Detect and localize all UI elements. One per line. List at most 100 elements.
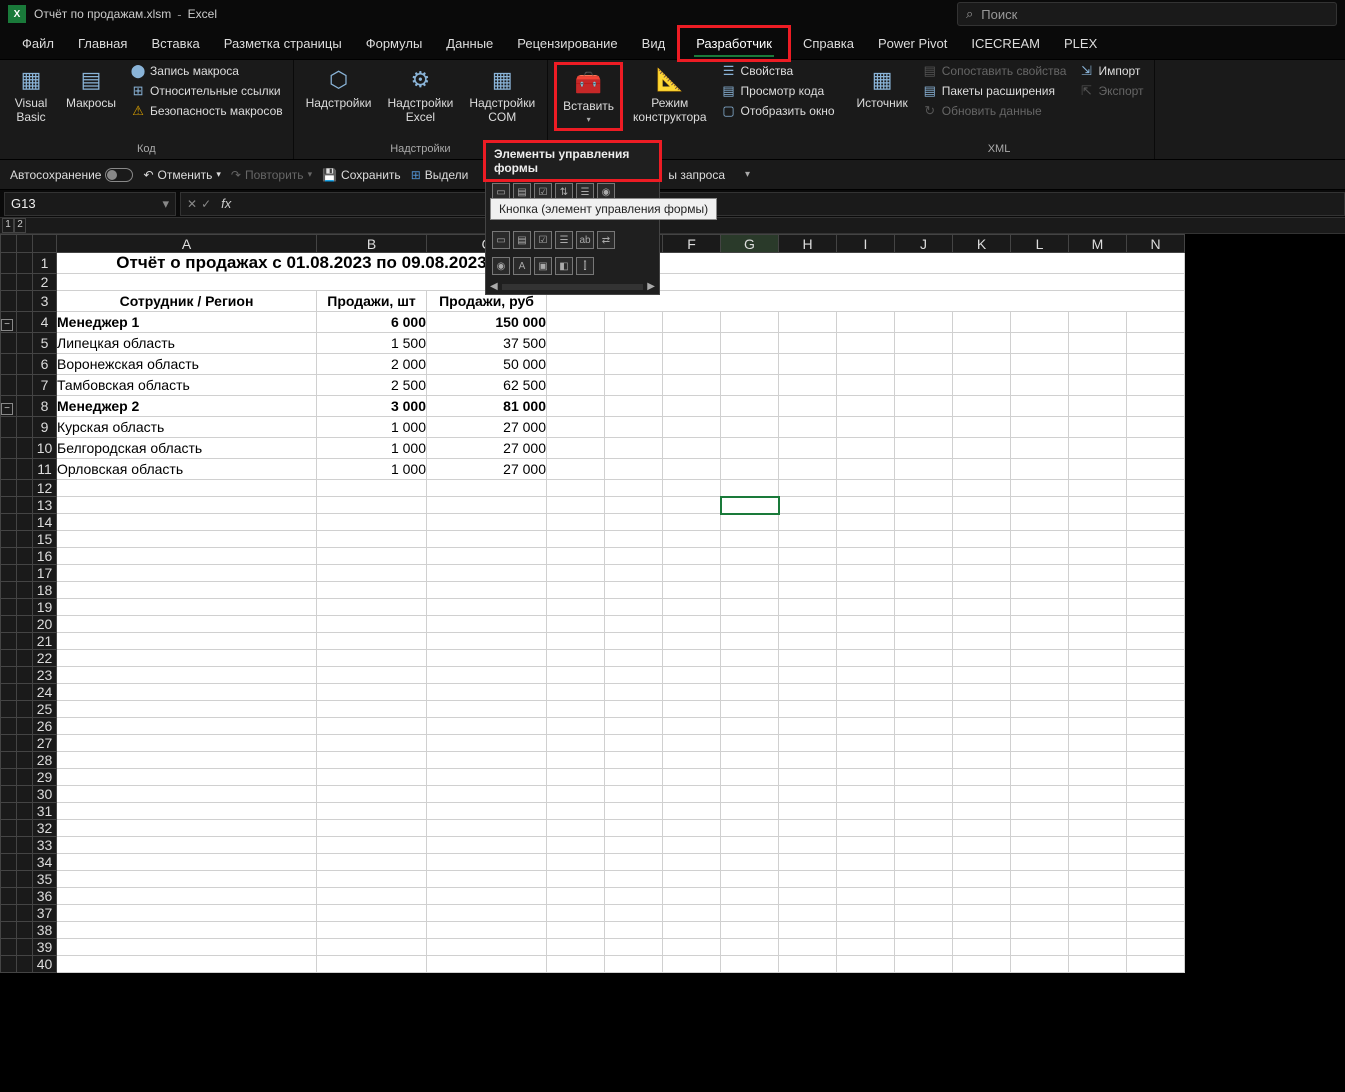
- tab-file[interactable]: Файл: [10, 30, 66, 57]
- col-header-m[interactable]: M: [1069, 235, 1127, 253]
- outline-level-2[interactable]: 2: [14, 218, 26, 233]
- dropdown-scrollbar[interactable]: ◀ ▶: [486, 279, 659, 294]
- tab-developer[interactable]: Разработчик: [684, 30, 784, 57]
- table-cell[interactable]: 1 500: [317, 333, 427, 354]
- table-cell[interactable]: 27 000: [427, 438, 547, 459]
- ax-text-icon[interactable]: ab: [576, 231, 594, 249]
- row-header-36[interactable]: 36: [33, 888, 57, 905]
- col-header-k[interactable]: K: [953, 235, 1011, 253]
- table-cell[interactable]: 1 000: [317, 459, 427, 480]
- row-header-31[interactable]: 31: [33, 803, 57, 820]
- select-all-corner[interactable]: [33, 235, 57, 253]
- table-cell[interactable]: Липецкая область: [57, 333, 317, 354]
- name-box[interactable]: G13 ▾: [4, 192, 176, 216]
- design-mode-button[interactable]: 📐Режим конструктора: [627, 62, 713, 128]
- row-header-3[interactable]: 3: [33, 291, 57, 312]
- outline-collapse-button[interactable]: −: [1, 319, 13, 331]
- row-header-15[interactable]: 15: [33, 531, 57, 548]
- excel-addins-button[interactable]: ⚙Надстройки Excel: [381, 62, 459, 128]
- select-button[interactable]: ⊞Выдели: [411, 168, 469, 182]
- table-cell[interactable]: 2 500: [317, 375, 427, 396]
- header-employee[interactable]: Сотрудник / Регион: [57, 291, 317, 312]
- table-cell[interactable]: 37 500: [427, 333, 547, 354]
- export-button[interactable]: ⇱Экспорт: [1074, 82, 1147, 100]
- row-header-2[interactable]: 2: [33, 274, 57, 291]
- col-header-b[interactable]: B: [317, 235, 427, 253]
- outline-level-1[interactable]: 1: [2, 218, 14, 233]
- tab-data[interactable]: Данные: [434, 30, 505, 57]
- search-box[interactable]: ⌕ Поиск: [957, 2, 1337, 26]
- row-header-14[interactable]: 14: [33, 514, 57, 531]
- spreadsheet-table[interactable]: A B C D E F G H I J K L M N 1 Отчёт о пр…: [0, 234, 1185, 973]
- row-header-4[interactable]: 4: [33, 312, 57, 333]
- col-header-f[interactable]: F: [663, 235, 721, 253]
- row-header-10[interactable]: 10: [33, 438, 57, 459]
- row-header-32[interactable]: 32: [33, 820, 57, 837]
- table-cell[interactable]: Воронежская область: [57, 354, 317, 375]
- ax-list-icon[interactable]: ☰: [555, 231, 573, 249]
- row-header-1[interactable]: 1: [33, 253, 57, 274]
- row-header-6[interactable]: 6: [33, 354, 57, 375]
- header-sales-qty[interactable]: Продажи, шт: [317, 291, 427, 312]
- properties-button[interactable]: ☰Свойства: [717, 62, 839, 80]
- row-header-25[interactable]: 25: [33, 701, 57, 718]
- table-cell[interactable]: Менеджер 2: [57, 396, 317, 417]
- col-header-n[interactable]: N: [1127, 235, 1185, 253]
- row-header-5[interactable]: 5: [33, 333, 57, 354]
- table-cell[interactable]: Курская область: [57, 417, 317, 438]
- insert-control-button[interactable]: 🧰 Вставить ▾: [557, 65, 620, 128]
- row-header-39[interactable]: 39: [33, 939, 57, 956]
- col-header-l[interactable]: L: [1011, 235, 1069, 253]
- row-header-33[interactable]: 33: [33, 837, 57, 854]
- table-cell[interactable]: 3 000: [317, 396, 427, 417]
- row-header-17[interactable]: 17: [33, 565, 57, 582]
- refresh-data-button[interactable]: ↻Обновить данные: [918, 102, 1071, 120]
- table-cell[interactable]: Белгородская область: [57, 438, 317, 459]
- show-window-button[interactable]: ▢Отобразить окно: [717, 102, 839, 120]
- table-cell[interactable]: Тамбовская область: [57, 375, 317, 396]
- col-header-a[interactable]: A: [57, 235, 317, 253]
- ax-image-icon[interactable]: ▣: [534, 257, 552, 275]
- ax-button-icon[interactable]: ▭: [492, 231, 510, 249]
- ax-combo-icon[interactable]: ▤: [513, 231, 531, 249]
- col-header-j[interactable]: J: [895, 235, 953, 253]
- com-addins-button[interactable]: ▦Надстройки COM: [463, 62, 541, 128]
- row-header-7[interactable]: 7: [33, 375, 57, 396]
- save-button[interactable]: 💾Сохранить: [322, 168, 401, 182]
- row-header-38[interactable]: 38: [33, 922, 57, 939]
- tab-view[interactable]: Вид: [630, 30, 678, 57]
- row-header-21[interactable]: 21: [33, 633, 57, 650]
- table-cell[interactable]: 150 000: [427, 312, 547, 333]
- active-cell-g13[interactable]: [721, 497, 779, 514]
- source-button[interactable]: ▦Источник: [851, 62, 914, 114]
- tab-review[interactable]: Рецензирование: [505, 30, 629, 57]
- ax-checkbox-icon[interactable]: ☑: [534, 231, 552, 249]
- row-header-11[interactable]: 11: [33, 459, 57, 480]
- visual-basic-button[interactable]: ▦ Visual Basic: [6, 62, 56, 128]
- row-header-13[interactable]: 13: [33, 497, 57, 514]
- macro-security-button[interactable]: ⚠Безопасность макросов: [126, 102, 287, 120]
- ax-toggle-icon[interactable]: ◧: [555, 257, 573, 275]
- tab-home[interactable]: Главная: [66, 30, 139, 57]
- row-header-40[interactable]: 40: [33, 956, 57, 973]
- formula-bar[interactable]: ✕ ✓ fx: [180, 192, 1345, 216]
- tab-powerpivot[interactable]: Power Pivot: [866, 30, 959, 57]
- fx-icon[interactable]: fx: [221, 196, 231, 211]
- row-header-30[interactable]: 30: [33, 786, 57, 803]
- table-cell[interactable]: 27 000: [427, 417, 547, 438]
- addins-button[interactable]: ⬡Надстройки: [300, 62, 378, 114]
- row-header-16[interactable]: 16: [33, 548, 57, 565]
- table-cell[interactable]: 27 000: [427, 459, 547, 480]
- tab-icecream[interactable]: ICECREAM: [959, 30, 1052, 57]
- view-code-button[interactable]: ▤Просмотр кода: [717, 82, 839, 100]
- qat-overflow[interactable]: ▾: [745, 169, 750, 180]
- ax-more-icon[interactable]: ⫿: [576, 257, 594, 275]
- relative-refs-button[interactable]: ⊞Относительные ссылки: [126, 82, 287, 100]
- record-macro-button[interactable]: ⬤Запись макроса: [126, 62, 287, 80]
- row-header-29[interactable]: 29: [33, 769, 57, 786]
- query-button[interactable]: ы запроса: [668, 168, 725, 182]
- row-header-27[interactable]: 27: [33, 735, 57, 752]
- tab-layout[interactable]: Разметка страницы: [212, 30, 354, 57]
- row-header-9[interactable]: 9: [33, 417, 57, 438]
- table-cell[interactable]: 1 000: [317, 417, 427, 438]
